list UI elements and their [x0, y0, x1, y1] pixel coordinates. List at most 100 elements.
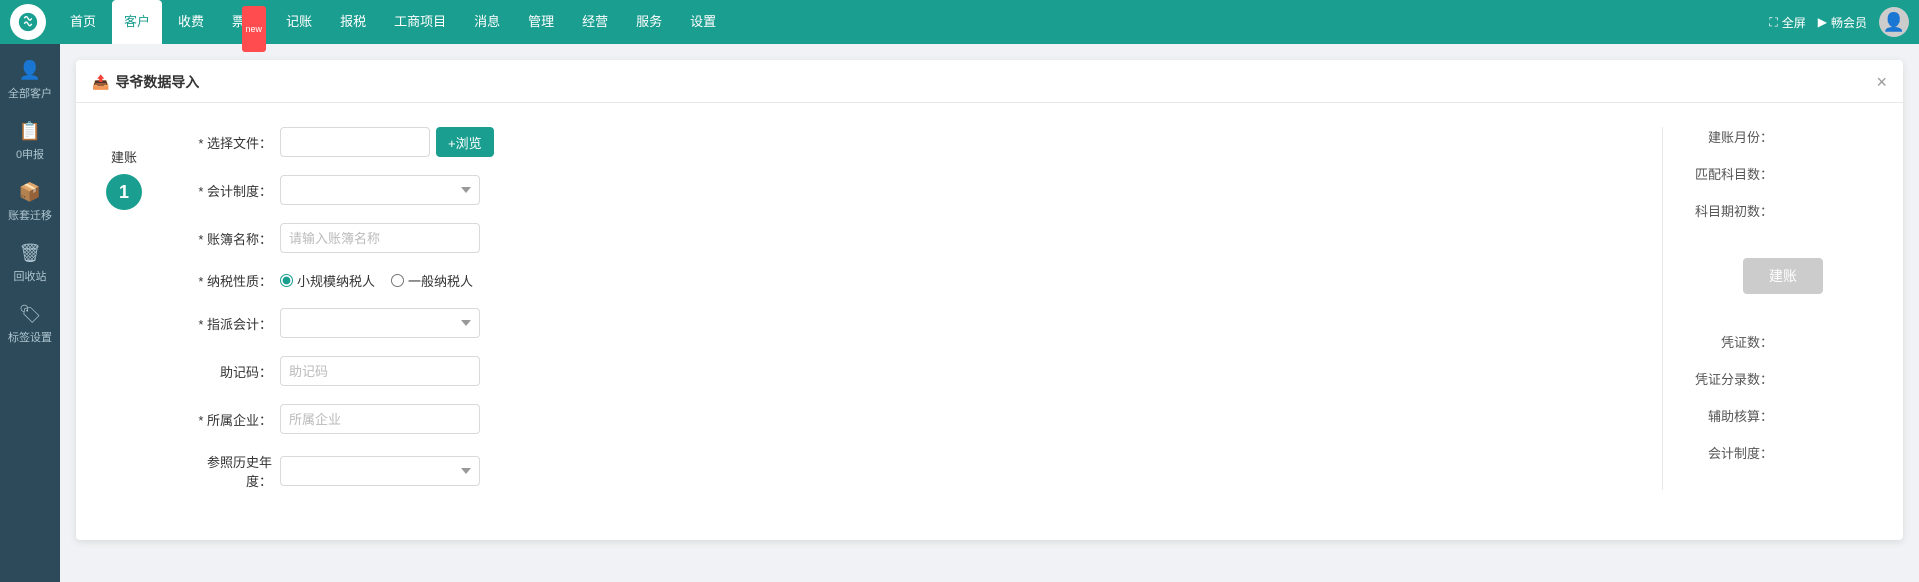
- affiliated-company-row: * 所属企业：: [192, 404, 1642, 434]
- sidebar-item-all-clients[interactable]: 👤 全部客户: [0, 52, 60, 109]
- vip-label: 畅会员: [1831, 14, 1867, 31]
- nav-home[interactable]: 首页: [58, 0, 108, 44]
- sidebar-item-recycle[interactable]: 🗑 回收站: [0, 235, 60, 292]
- browse-button[interactable]: +浏览: [436, 127, 494, 157]
- sidebar-item-label-settings[interactable]: 🏷 标签设置: [0, 296, 60, 353]
- user-avatar[interactable]: 👤: [1879, 7, 1909, 37]
- sidebar-item-label: 账套迁移: [8, 207, 52, 223]
- nav-bookkeeping[interactable]: 记账: [274, 0, 324, 44]
- radio-general-input[interactable]: [391, 274, 404, 287]
- vip-button[interactable]: ▶ 畅会员: [1818, 14, 1867, 31]
- fullscreen-icon: ⛶: [1769, 15, 1777, 30]
- affiliated-company-input[interactable]: [280, 404, 480, 434]
- auxiliary-label: 辅助核算：: [1683, 406, 1773, 425]
- nav-message[interactable]: 消息: [462, 0, 512, 44]
- info-accounting-system-row: 会计制度：: [1683, 443, 1883, 462]
- tax-type-radio-group: 小规模纳税人 一般纳税人: [280, 271, 473, 290]
- dialog-title-icon: 📤: [92, 74, 109, 91]
- dialog-header: 📤 导爷数据导入 ×: [76, 60, 1903, 103]
- accounting-system-row: * 会计制度：: [192, 175, 1642, 205]
- radio-small-input[interactable]: [280, 274, 293, 287]
- nav-ticket[interactable]: 票据 new: [220, 0, 270, 44]
- voucher-count-label: 凭证数：: [1683, 332, 1773, 351]
- match-subjects-row: 匹配科目数：: [1683, 164, 1883, 183]
- recycle-icon: 🗑: [19, 243, 42, 264]
- nav-right: ⛶ 全屏 ▶ 畅会员 👤: [1769, 7, 1909, 37]
- accounting-system-label: * 会计制度：: [192, 181, 272, 200]
- radio-general-label: 一般纳税人: [408, 271, 473, 290]
- subject-initial-label: 科目期初数：: [1683, 201, 1773, 220]
- radio-small-label: 小规模纳税人: [297, 271, 375, 290]
- dialog-close-button[interactable]: ×: [1876, 73, 1887, 91]
- voucher-entries-row: 凭证分录数：: [1683, 369, 1883, 388]
- build-btn-area: 建账: [1683, 238, 1883, 314]
- accounting-system-select[interactable]: [280, 175, 480, 205]
- fullscreen-button[interactable]: ⛶ 全屏: [1769, 14, 1805, 31]
- ledger-name-row: * 账簿名称：: [192, 223, 1642, 253]
- reference-year-row: 参照历史年度：: [192, 452, 1642, 490]
- affiliated-company-label: * 所属企业：: [192, 410, 272, 429]
- radio-small-taxpayer[interactable]: 小规模纳税人: [280, 271, 375, 290]
- sidebar-item-label: 回收站: [14, 268, 47, 284]
- memo-code-label: 助记码：: [192, 362, 272, 381]
- sidebar-item-zero-report[interactable]: 📋 0申报: [0, 113, 60, 170]
- file-input-row: * 选择文件： +浏览: [192, 127, 1642, 157]
- assign-accountant-select[interactable]: [280, 308, 480, 338]
- assign-accountant-label: * 指派会计：: [192, 314, 272, 333]
- file-input-field[interactable]: [280, 127, 430, 157]
- step-label: 建账: [111, 147, 137, 166]
- build-month-row: 建账月份：: [1683, 127, 1883, 146]
- build-month-label: 建账月份：: [1683, 127, 1773, 146]
- all-clients-icon: 👤: [19, 60, 41, 81]
- match-subjects-label: 匹配科目数：: [1683, 164, 1773, 183]
- step-section: 建账 1: [76, 127, 172, 490]
- radio-general-taxpayer[interactable]: 一般纳税人: [391, 271, 473, 290]
- nav-tax[interactable]: 报税: [328, 0, 378, 44]
- sidebar-item-label: 标签设置: [8, 329, 52, 345]
- nav-fee[interactable]: 收费: [166, 0, 216, 44]
- assign-accountant-row: * 指派会计：: [192, 308, 1642, 338]
- vip-icon: ▶: [1818, 15, 1827, 29]
- tax-type-row: * 纳税性质： 小规模纳税人 一般纳税人: [192, 271, 1642, 290]
- subject-initial-row: 科目期初数：: [1683, 201, 1883, 220]
- form-area: * 选择文件： +浏览 * 会计制度：: [172, 127, 1662, 490]
- nav-service[interactable]: 服务: [624, 0, 674, 44]
- sidebar-item-label: 全部客户: [8, 85, 52, 101]
- info-accounting-system-label: 会计制度：: [1683, 443, 1773, 462]
- nav-settings[interactable]: 设置: [678, 0, 728, 44]
- nav-operation[interactable]: 经营: [570, 0, 620, 44]
- voucher-count-row: 凭证数：: [1683, 332, 1883, 351]
- migration-icon: 📦: [19, 182, 41, 203]
- dialog-card: 📤 导爷数据导入 × 建账 1 * 选择文件：: [76, 60, 1903, 540]
- fullscreen-label: 全屏: [1782, 14, 1806, 31]
- top-nav: 首页 客户 收费 票据 new 记账 报税 工商项目 消息 管理 经营 服务 设…: [0, 0, 1919, 44]
- zero-report-icon: 📋: [19, 121, 41, 142]
- sidebar-item-account-migration[interactable]: 📦 账套迁移: [0, 174, 60, 231]
- nav-business[interactable]: 工商项目: [382, 0, 458, 44]
- build-account-button[interactable]: 建账: [1743, 258, 1823, 294]
- ledger-name-label: * 账簿名称：: [192, 229, 272, 248]
- nav-client[interactable]: 客户: [112, 0, 162, 44]
- layout: 👤 全部客户 📋 0申报 📦 账套迁移 🗑 回收站 🏷 标签设置 📤 导爷数据导…: [0, 44, 1919, 582]
- file-label: * 选择文件：: [192, 133, 272, 152]
- file-input-wrapper: +浏览: [280, 127, 494, 157]
- memo-code-row: 助记码：: [192, 356, 1642, 386]
- memo-code-input[interactable]: [280, 356, 480, 386]
- reference-year-label: 参照历史年度：: [192, 452, 272, 490]
- auxiliary-row: 辅助核算：: [1683, 406, 1883, 425]
- dialog-body: 建账 1 * 选择文件： +浏览 * 会计制度：: [76, 103, 1903, 514]
- info-area: 建账月份： 匹配科目数： 科目期初数： 建账: [1663, 127, 1903, 490]
- main-content: 📤 导爷数据导入 × 建账 1 * 选择文件：: [60, 44, 1919, 582]
- step-circle: 1: [106, 174, 142, 210]
- voucher-entries-label: 凭证分录数：: [1683, 369, 1773, 388]
- nav-manage[interactable]: 管理: [516, 0, 566, 44]
- dialog-title: 📤 导爷数据导入: [92, 72, 199, 92]
- dialog-title-text: 导爷数据导入: [115, 72, 199, 92]
- ledger-name-input[interactable]: [280, 223, 480, 253]
- reference-year-select[interactable]: [280, 456, 480, 486]
- sidebar-item-label: 0申报: [16, 146, 44, 162]
- ticket-badge: new: [242, 6, 267, 52]
- avatar-icon: 👤: [1883, 12, 1905, 33]
- app-logo[interactable]: [10, 4, 46, 40]
- sidebar: 👤 全部客户 📋 0申报 📦 账套迁移 🗑 回收站 🏷 标签设置: [0, 44, 60, 582]
